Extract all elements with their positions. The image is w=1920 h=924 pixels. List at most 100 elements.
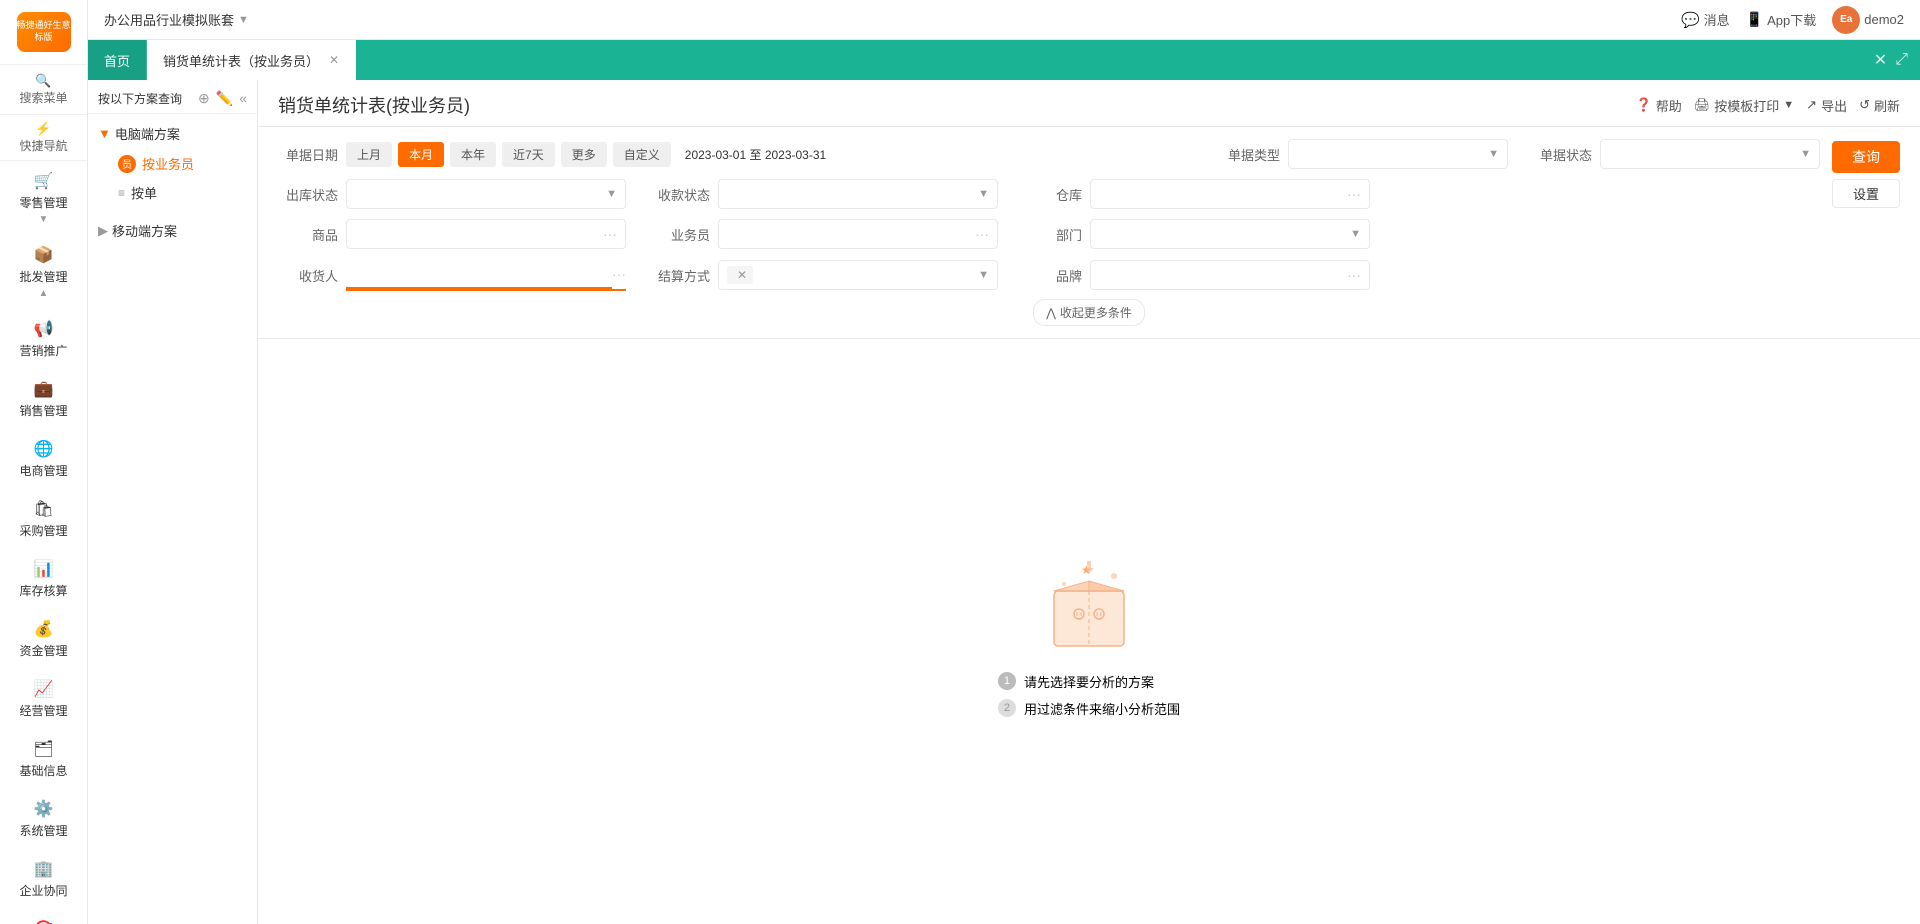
page-header-actions: ❓ 帮助 🖨 按模板打印 ▼ ↗ 导出 ↺ 刷新 bbox=[1636, 96, 1900, 115]
messages-btn[interactable]: 💬 消息 bbox=[1681, 10, 1730, 29]
enterprise-icon: 🏢 bbox=[34, 859, 54, 879]
avatar: Ea bbox=[1832, 6, 1860, 34]
basic-label: 基础信息 bbox=[19, 762, 67, 779]
left-panel-title: 按以下方案查询 bbox=[98, 90, 182, 107]
dropdown-arrow: ▼ bbox=[238, 14, 249, 26]
collapse-panel-btn[interactable]: « bbox=[239, 90, 247, 107]
recipient-input[interactable] bbox=[346, 259, 612, 289]
goods-select[interactable]: ··· bbox=[346, 219, 626, 249]
sidebar-item-finance[interactable]: 💰 资金管理 bbox=[0, 609, 87, 669]
collapse-label: 收起更多条件 bbox=[1060, 304, 1132, 321]
search-menu[interactable]: 🔍 搜索菜单 bbox=[0, 65, 87, 115]
settlement-select[interactable]: ✕ ▼ bbox=[718, 260, 998, 290]
recipient-label: 收货人 bbox=[278, 266, 338, 285]
collapse-btn[interactable]: ⋀ 收起更多条件 bbox=[1033, 299, 1145, 326]
sidebar-item-purchase[interactable]: 🛍 采购管理 bbox=[0, 489, 87, 549]
salesperson-select[interactable]: ··· bbox=[718, 219, 998, 249]
tree-mobile[interactable]: ▶ 移动端方案 bbox=[88, 215, 257, 246]
sidebar-item-retail[interactable]: 🛒 零售管理 ▼ bbox=[0, 161, 87, 235]
sidebar-item-marketing[interactable]: 📢 营销推广 bbox=[0, 309, 87, 369]
settings-btn[interactable]: 设置 bbox=[1832, 179, 1900, 208]
empty-tips: 1 请先选择要分析的方案 2 用过滤条件来缩小分析范围 bbox=[998, 672, 1180, 718]
warehouse-dots[interactable]: ··· bbox=[1347, 186, 1361, 202]
receive-status-label: 收款状态 bbox=[650, 185, 710, 204]
search-label: 搜索菜单 bbox=[6, 89, 81, 106]
export-btn[interactable]: ↗ 导出 bbox=[1806, 96, 1847, 115]
sidebar-item-sales[interactable]: 💼 销售管理 bbox=[0, 369, 87, 429]
recipient-dots[interactable]: ··· bbox=[612, 266, 626, 282]
retail-icon: 🛒 bbox=[34, 171, 54, 191]
tree-section-mobile: ▶ 移动端方案 bbox=[88, 211, 257, 250]
collapse-icon: ⋀ bbox=[1046, 306, 1056, 320]
doc-status-select[interactable]: ▼ bbox=[1600, 139, 1820, 169]
message-icon: 💬 bbox=[1681, 11, 1700, 29]
settlement-clear-btn[interactable]: ✕ bbox=[737, 268, 747, 282]
tab-close-btn[interactable]: ✕ bbox=[329, 53, 339, 67]
sales-rep-label: 按业务员 bbox=[142, 154, 194, 173]
doc-type-select[interactable]: ▼ bbox=[1288, 139, 1508, 169]
operations-label: 经营管理 bbox=[19, 702, 67, 719]
marketing-icon: 📢 bbox=[34, 319, 54, 339]
query-btn[interactable]: 查询 bbox=[1832, 141, 1900, 173]
receive-status-select[interactable]: ▼ bbox=[718, 179, 998, 209]
sidebar-item-enterprise[interactable]: 🏢 企业协同 bbox=[0, 849, 87, 909]
account-switcher[interactable]: 办公用品行业模拟账套 ▼ bbox=[104, 10, 249, 29]
doc-status-label: 单据状态 bbox=[1532, 145, 1592, 164]
sidebar-item-system[interactable]: ⚙️ 系统管理 bbox=[0, 789, 87, 849]
nav-icon: ⚡ bbox=[4, 121, 83, 137]
purchase-label: 采购管理 bbox=[19, 522, 67, 539]
settlement-tag: ✕ bbox=[727, 266, 753, 284]
brand-select[interactable]: ··· bbox=[1090, 260, 1370, 290]
quick-nav[interactable]: ⚡ 快捷导航 bbox=[0, 115, 87, 161]
sidebar-item-operations[interactable]: 📈 经营管理 bbox=[0, 669, 87, 729]
app-logo: 畅捷通好生意 标版 bbox=[0, 0, 87, 65]
sidebar-item-basic[interactable]: 🗂 基础信息 bbox=[0, 729, 87, 789]
wholesale-arrow: ▲ bbox=[39, 288, 49, 299]
department-select[interactable]: ▼ bbox=[1090, 219, 1370, 249]
user-menu[interactable]: Ea demo2 bbox=[1832, 6, 1904, 34]
date-more[interactable]: 更多 bbox=[561, 142, 607, 167]
goods-dots[interactable]: ··· bbox=[603, 226, 617, 242]
tree-desktop[interactable]: ▼ 电脑端方案 bbox=[88, 118, 257, 149]
wholesale-label: 批发管理 bbox=[19, 268, 67, 285]
date-last-month[interactable]: 上月 bbox=[346, 142, 392, 167]
expand-tab-btn[interactable]: ⤢ bbox=[1895, 51, 1908, 69]
edit-scheme-btn[interactable]: ✏️ bbox=[216, 90, 233, 107]
warehouse-select[interactable]: ··· bbox=[1090, 179, 1370, 209]
date-this-year[interactable]: 本年 bbox=[450, 142, 496, 167]
app-download-btn[interactable]: 📱 App下载 bbox=[1746, 10, 1817, 29]
out-status-select[interactable]: ▼ bbox=[346, 179, 626, 209]
brand-dots[interactable]: ··· bbox=[1347, 267, 1361, 283]
template-print-btn[interactable]: 🖨 按模板打印 ▼ bbox=[1694, 96, 1794, 115]
tab-home[interactable]: 首页 bbox=[88, 40, 147, 80]
basic-icon: 🗂 bbox=[33, 739, 53, 759]
add-scheme-btn[interactable]: ⊕ bbox=[198, 90, 210, 107]
tip1-text: 请先选择要分析的方案 bbox=[1024, 672, 1154, 691]
sidebar-item-ecommerce[interactable]: 🌐 电商管理 bbox=[0, 429, 87, 489]
tip1-dot: 1 bbox=[998, 672, 1016, 690]
tree-item-sales-rep[interactable]: 员 按业务员 bbox=[108, 149, 257, 178]
date-7days[interactable]: 近7天 bbox=[502, 142, 555, 167]
close-tab-btn[interactable]: ✕ bbox=[1874, 50, 1887, 70]
out-status-label: 出库状态 bbox=[278, 185, 338, 204]
marketing-label: 营销推广 bbox=[19, 342, 67, 359]
newuser-icon: 🎯 bbox=[34, 919, 54, 924]
tree-item-by-order[interactable]: ≡ 按单 bbox=[108, 178, 257, 207]
sidebar-item-inventory[interactable]: 📊 库存核算 bbox=[0, 549, 87, 609]
filter-row-4: 收货人 ··· 结算方式 ✕ bbox=[278, 259, 1820, 291]
refresh-btn[interactable]: ↺ 刷新 bbox=[1859, 96, 1900, 115]
inventory-icon: 📊 bbox=[34, 559, 54, 579]
sidebar-item-newuser[interactable]: 🎯 新手引导 bbox=[0, 909, 87, 924]
quick-nav-label: 快捷导航 bbox=[4, 137, 83, 154]
help-label: 帮助 bbox=[1656, 96, 1682, 115]
date-this-month[interactable]: 本月 bbox=[398, 142, 444, 167]
sidebar-item-wholesale[interactable]: 📦 批发管理 ▲ bbox=[0, 235, 87, 309]
tab-sales-stat[interactable]: 销货单统计表（按业务员） ✕ bbox=[147, 40, 356, 80]
sales-stat-tab-label: 销货单统计表（按业务员） bbox=[163, 51, 319, 70]
date-controls: 上月 本月 本年 近7天 更多 自定义 2023-03-01 至 2023-03… bbox=[346, 142, 826, 167]
sales-icon: 💼 bbox=[34, 379, 54, 399]
collapse-section: ⋀ 收起更多条件 bbox=[278, 299, 1900, 326]
salesperson-dots[interactable]: ··· bbox=[975, 226, 989, 242]
help-btn[interactable]: ❓ 帮助 bbox=[1636, 96, 1682, 115]
date-custom[interactable]: 自定义 bbox=[613, 142, 671, 167]
